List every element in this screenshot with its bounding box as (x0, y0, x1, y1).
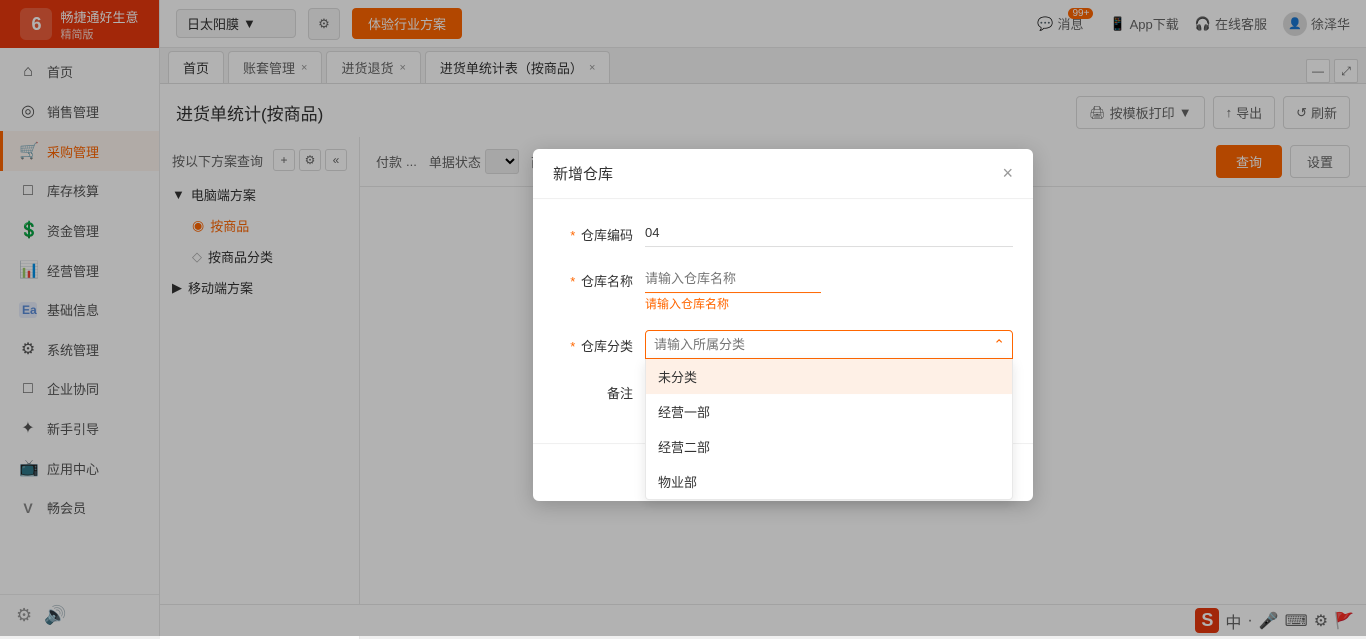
remark-label-text: 备注 (607, 386, 633, 401)
category-field-row: * 仓库分类 ⌃ 未分类 经营一部 经营二部 物业部 (553, 330, 1013, 359)
name-input[interactable] (645, 265, 821, 293)
modal-body: * 仓库编码 * 仓库名称 请输入仓库名称 * 仓库分类 ⌃ (533, 199, 1033, 443)
add-warehouse-modal: 新增仓库 × * 仓库编码 * 仓库名称 请输入仓库名称 * (533, 149, 1033, 501)
dropdown-item-3[interactable]: 物业部 (646, 464, 1012, 499)
code-input[interactable] (645, 219, 1013, 247)
category-select-wrapper: ⌃ 未分类 经营一部 经营二部 物业部 (645, 330, 1013, 359)
required-mark-category: * (570, 339, 575, 354)
code-label: * 仓库编码 (553, 219, 633, 244)
name-label: * 仓库名称 (553, 265, 633, 290)
dropdown-item-2[interactable]: 经营二部 (646, 429, 1012, 464)
modal-title: 新增仓库 (553, 163, 613, 184)
name-field-row: * 仓库名称 请输入仓库名称 (553, 265, 1013, 312)
name-field-wrapper: 请输入仓库名称 (645, 265, 1013, 312)
category-label: * 仓库分类 (553, 330, 633, 355)
modal-header: 新增仓库 × (533, 149, 1033, 199)
category-input[interactable] (645, 330, 1013, 359)
category-arrow-icon: ⌃ (993, 336, 1005, 353)
required-mark-name: * (570, 274, 575, 289)
name-label-text: 仓库名称 (581, 274, 633, 289)
category-dropdown: 未分类 经营一部 经营二部 物业部 (645, 359, 1013, 500)
dropdown-item-0[interactable]: 未分类 (646, 359, 1012, 394)
category-label-text: 仓库分类 (581, 339, 633, 354)
name-error-msg: 请输入仓库名称 (645, 295, 1013, 312)
code-field-row: * 仓库编码 (553, 219, 1013, 247)
remark-label: 备注 (553, 377, 633, 402)
required-mark-code: * (570, 228, 575, 243)
modal-close-button[interactable]: × (1002, 163, 1013, 184)
code-label-text: 仓库编码 (581, 228, 633, 243)
dropdown-item-1[interactable]: 经营一部 (646, 394, 1012, 429)
